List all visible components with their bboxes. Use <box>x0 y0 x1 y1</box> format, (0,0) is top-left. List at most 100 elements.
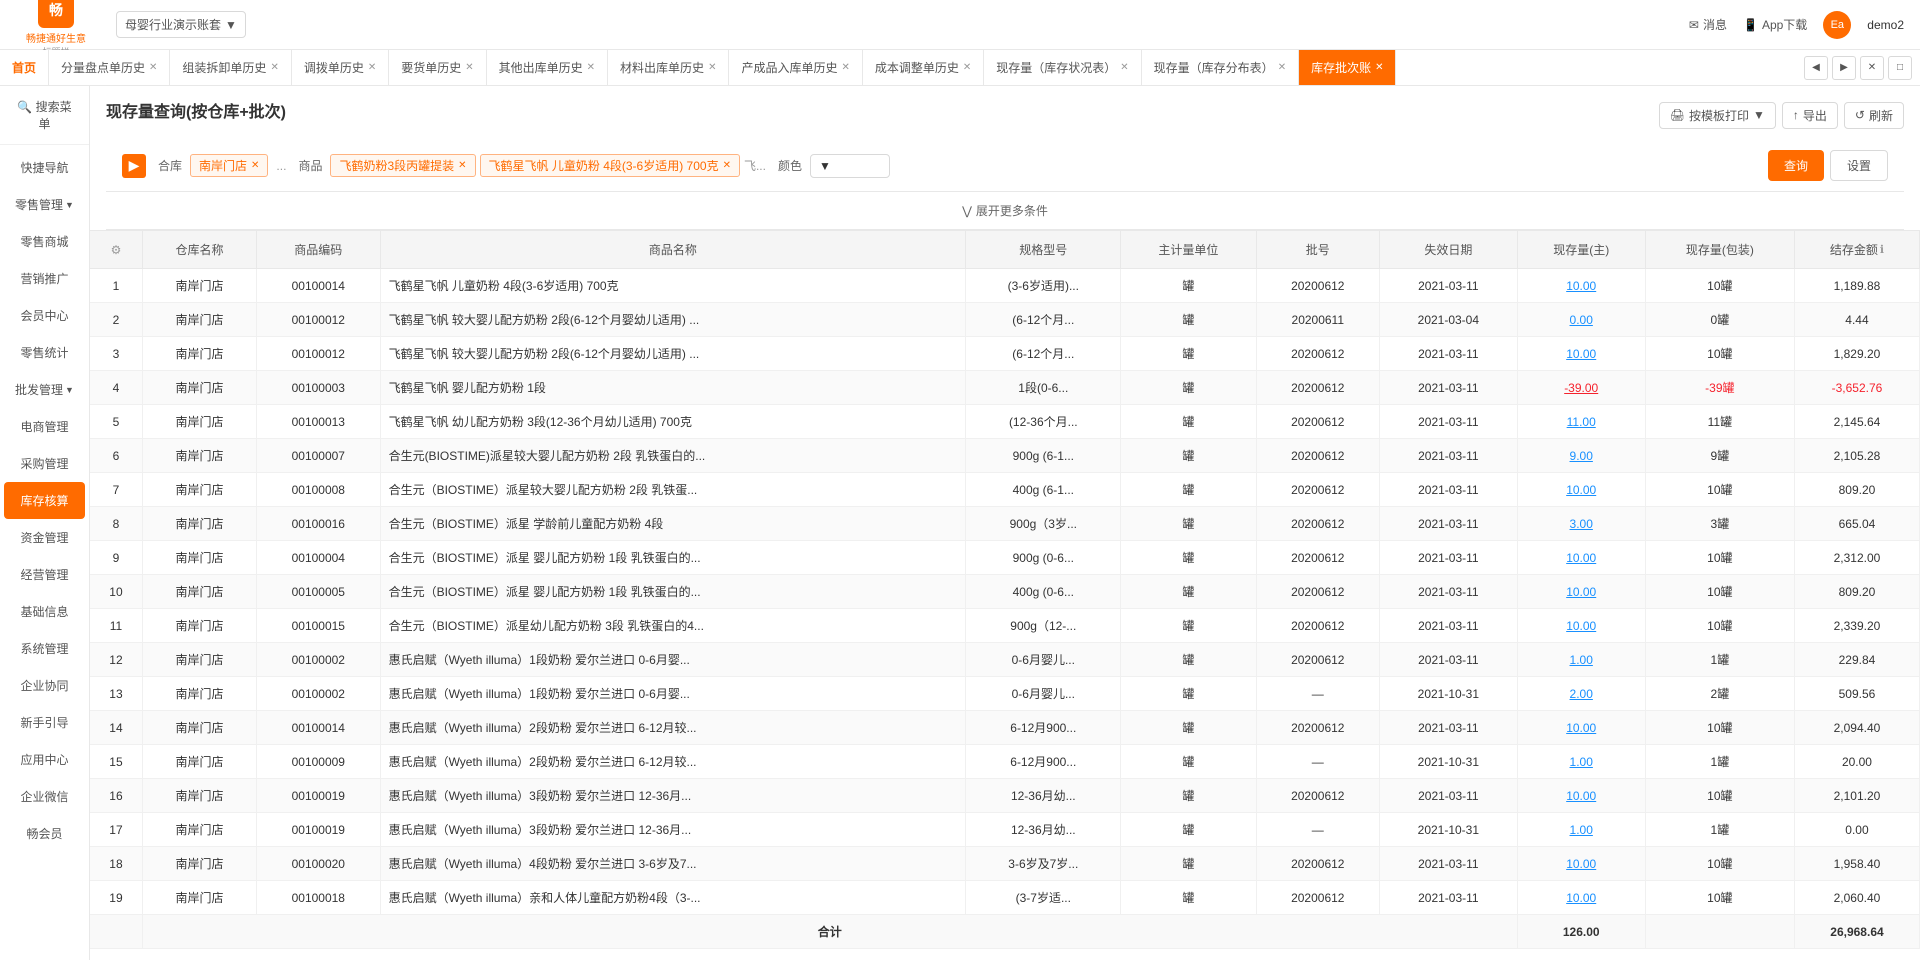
warehouse-tag-item[interactable]: 南岸门店 ✕ <box>190 154 268 177</box>
app-download-button[interactable]: 📱 App下载 <box>1743 16 1807 33</box>
tab-stock_status[interactable]: 现存量（库存状况表） ✕ <box>984 50 1141 86</box>
cell-stock-main[interactable]: 3.00 <box>1517 507 1645 541</box>
tab-close-disassembly_history[interactable]: ✕ <box>270 62 278 73</box>
cell-stock-main[interactable]: 1.00 <box>1517 813 1645 847</box>
warehouse-more[interactable]: ... <box>276 159 286 173</box>
template-print-button[interactable]: 🖨 按模板打印 ▼ <box>1659 102 1776 129</box>
tab-close-requisition_history[interactable]: ✕ <box>465 62 473 73</box>
cell-stock-main[interactable]: 9.00 <box>1517 439 1645 473</box>
warehouse-tag-remove[interactable]: ✕ <box>251 160 259 171</box>
industry-selector[interactable]: 母婴行业演示账套 ▼ <box>116 11 246 38</box>
cell-stock-main[interactable]: 11.00 <box>1517 405 1645 439</box>
sidebar-item-wholesale[interactable]: 批发管理▼ <box>4 371 85 408</box>
nav-next-button[interactable]: ▶ <box>1832 56 1856 80</box>
tab-close-material_out_history[interactable]: ✕ <box>708 62 716 73</box>
sidebar-item-operations[interactable]: 经营管理 <box>4 556 85 593</box>
tab-requisition_history[interactable]: 要货单历史 ✕ <box>389 50 486 86</box>
cell-stock-main[interactable]: 10.00 <box>1517 847 1645 881</box>
cell-spec: 400g (0-6... <box>966 575 1121 609</box>
goods-more[interactable]: 飞... <box>744 157 766 174</box>
cell-stock-pkg: -39罐 <box>1645 371 1794 405</box>
export-button[interactable]: ↑ 导出 <box>1782 102 1838 129</box>
refresh-button[interactable]: ↺ 刷新 <box>1844 102 1904 129</box>
color-dropdown[interactable]: ▼ <box>810 154 890 178</box>
nav-close-button[interactable]: ✕ <box>1860 56 1884 80</box>
sidebar-item-inventory[interactable]: 库存核算 <box>4 482 85 519</box>
cell-stock-main[interactable]: 2.00 <box>1517 677 1645 711</box>
sidebar-item-retail_mall[interactable]: 零售商城 <box>4 223 85 260</box>
cell-stock-main[interactable]: 10.00 <box>1517 609 1645 643</box>
tab-close-stock_dist[interactable]: ✕ <box>1278 62 1286 73</box>
cell-stock-main[interactable]: 10.00 <box>1517 779 1645 813</box>
tab-close-other_out_history[interactable]: ✕ <box>587 62 595 73</box>
sidebar-item-finance[interactable]: 资金管理 <box>4 519 85 556</box>
cell-unit: 罐 <box>1121 371 1256 405</box>
cell-stock-main[interactable]: 10.00 <box>1517 575 1645 609</box>
cell-stock-main[interactable]: 0.00 <box>1517 303 1645 337</box>
tab-product_in_history[interactable]: 产成品入库单历史 ✕ <box>729 50 862 86</box>
query-button[interactable]: 查询 <box>1768 150 1824 181</box>
page-header: 现存量查询(按仓库+批次) 🖨 按模板打印 ▼ ↑ 导出 ↺ <box>90 86 1920 231</box>
sidebar-item-retail_stats[interactable]: 零售统计 <box>4 334 85 371</box>
goods-tag-1[interactable]: 飞鹤星飞帆 儿童奶粉 4段(3-6岁适用) 700克 ✕ <box>480 154 740 177</box>
sidebar-item-marketing[interactable]: 营销推广 <box>4 260 85 297</box>
goods-tag-1-remove[interactable]: ✕ <box>723 160 731 171</box>
color-filter-group: 颜色 ▼ <box>778 154 890 178</box>
nav-maximize-button[interactable]: □ <box>1888 56 1912 80</box>
cell-goods-name: 合生元（BIOSTIME）派星幼儿配方奶粉 3段 乳铁蛋白的4... <box>380 609 966 643</box>
sidebar-item-basic_info[interactable]: 基础信息 <box>4 593 85 630</box>
cell-stock-main[interactable]: 10.00 <box>1517 711 1645 745</box>
cell-stock-main[interactable]: 10.00 <box>1517 473 1645 507</box>
tab-close-split_check_history[interactable]: ✕ <box>149 62 157 73</box>
cell-stock-main[interactable]: 10.00 <box>1517 337 1645 371</box>
sidebar-item-vip[interactable]: 畅会员 <box>4 815 85 852</box>
sidebar-item-system[interactable]: 系统管理 <box>4 630 85 667</box>
cell-stock-main[interactable]: 10.00 <box>1517 541 1645 575</box>
tab-batch_account[interactable]: 库存批次账 ✕ <box>1299 50 1396 86</box>
sidebar-item-enterprise[interactable]: 企业协同 <box>4 667 85 704</box>
sidebar-item-app_center[interactable]: 应用中心 <box>4 741 85 778</box>
cell-balance: 1,958.40 <box>1794 847 1919 881</box>
settings-icon[interactable]: ⚙ <box>111 243 122 257</box>
tab-cost_adjust_history[interactable]: 成本调整单历史 ✕ <box>863 50 984 86</box>
info-icon[interactable]: ℹ <box>1880 243 1884 256</box>
nav-prev-button[interactable]: ◀ <box>1804 56 1828 80</box>
cell-warehouse: 南岸门店 <box>142 847 256 881</box>
tab-split_check_history[interactable]: 分量盘点单历史 ✕ <box>49 50 170 86</box>
sidebar-item-purchase[interactable]: 采购管理 <box>4 445 85 482</box>
cell-no: 6 <box>90 439 142 473</box>
tab-stock_dist[interactable]: 现存量（库存分布表） ✕ <box>1142 50 1299 86</box>
cell-stock-main[interactable]: -39.00 <box>1517 371 1645 405</box>
tab-other_out_history[interactable]: 其他出库单历史 ✕ <box>487 50 608 86</box>
tab-close-product_in_history[interactable]: ✕ <box>841 62 849 73</box>
cell-stock-main[interactable]: 1.00 <box>1517 745 1645 779</box>
tab-close-pick_history[interactable]: ✕ <box>368 62 376 73</box>
sidebar-item-retail[interactable]: 零售管理▼ <box>4 186 85 223</box>
tab-pick_history[interactable]: 调拨单历史 ✕ <box>292 50 389 86</box>
settings-button[interactable]: 设置 <box>1830 150 1888 181</box>
cell-stock-main[interactable]: 10.00 <box>1517 269 1645 303</box>
cell-stock-main[interactable]: 10.00 <box>1517 881 1645 915</box>
cell-expiry: 2021-03-11 <box>1380 269 1518 303</box>
tab-material_out_history[interactable]: 材料出库单历史 ✕ <box>608 50 729 86</box>
goods-tag-0-remove[interactable]: ✕ <box>458 160 466 171</box>
tab-close-stock_status[interactable]: ✕ <box>1120 62 1128 73</box>
sidebar-item-member[interactable]: 会员中心 <box>4 297 85 334</box>
sidebar-item-newbie[interactable]: 新手引导 <box>4 704 85 741</box>
cell-stock-main[interactable]: 1.00 <box>1517 643 1645 677</box>
tab-close-cost_adjust_history[interactable]: ✕ <box>963 62 971 73</box>
search-menu-button[interactable]: 🔍 搜索菜单 <box>8 94 81 136</box>
goods-tag-0[interactable]: 飞鹤奶粉3段丙罐提装 ✕ <box>330 154 475 177</box>
filter-toggle-button[interactable]: ▶ <box>122 154 146 178</box>
username[interactable]: demo2 <box>1867 18 1904 32</box>
tab-home[interactable]: 首页 <box>0 50 49 86</box>
tab-close-batch_account[interactable]: ✕ <box>1375 62 1383 73</box>
shortcut-nav-item[interactable]: 快捷导航 <box>4 149 85 186</box>
message-button[interactable]: ✉ 消息 <box>1689 16 1727 33</box>
cell-stock-pkg: 10罐 <box>1645 269 1794 303</box>
sidebar-item-ecommerce[interactable]: 电商管理 <box>4 408 85 445</box>
cell-batch: 20200612 <box>1256 507 1380 541</box>
expand-more-button[interactable]: ⋁ 展开更多条件 <box>954 198 1056 223</box>
tab-disassembly_history[interactable]: 组装拆卸单历史 ✕ <box>170 50 291 86</box>
sidebar-item-corp_wechat[interactable]: 企业微信 <box>4 778 85 815</box>
